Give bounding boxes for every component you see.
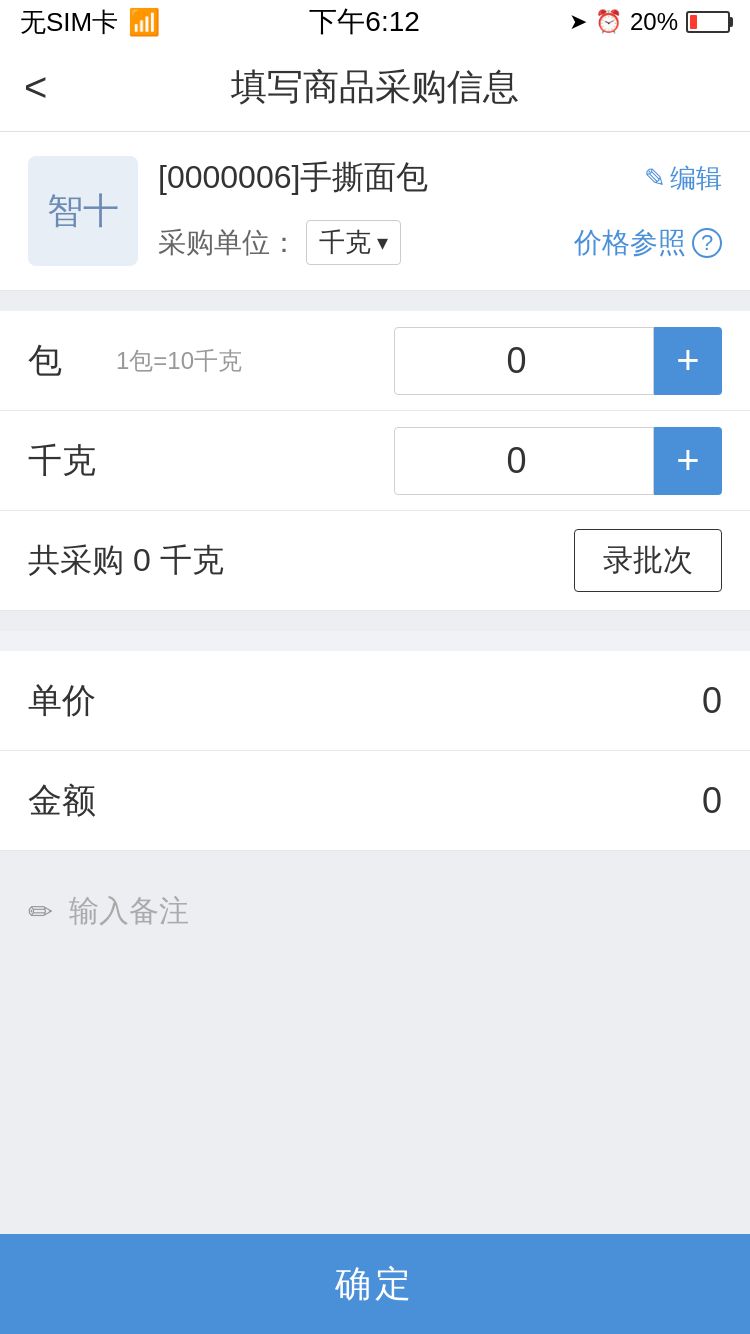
pencil-icon: ✏ <box>28 894 53 929</box>
status-left: 无SIM卡 📶 <box>20 5 160 40</box>
unit-price-value: 0 <box>702 680 722 722</box>
remark-placeholder: 输入备注 <box>69 891 189 932</box>
section-divider-2 <box>0 611 750 631</box>
remark-section[interactable]: ✏ 输入备注 <box>0 851 750 971</box>
bag-input-right: + <box>242 327 722 395</box>
edit-icon: ✎ <box>644 163 666 194</box>
status-right: ➤ ⏰ 20% <box>569 8 730 36</box>
total-label: 共采购 0 千克 <box>28 539 224 583</box>
nav-bar: < 填写商品采购信息 <box>0 44 750 132</box>
bag-input-row: 包 1包=10千克 + <box>0 311 750 411</box>
kg-plus-button[interactable]: + <box>654 427 722 495</box>
bag-sublabel: 1包=10千克 <box>116 345 242 377</box>
confirm-bar[interactable]: 确定 <box>0 1234 750 1334</box>
kg-input-row: 千克 + <box>0 411 750 511</box>
bag-quantity-input[interactable] <box>394 327 654 395</box>
total-row: 共采购 0 千克 录批次 <box>0 511 750 611</box>
status-time: 下午6:12 <box>309 3 420 41</box>
price-ref-label: 价格参照 <box>574 224 686 262</box>
confirm-button-label: 确定 <box>335 1260 415 1309</box>
kg-quantity-input[interactable] <box>394 427 654 495</box>
product-logo: 智十 <box>47 187 119 236</box>
page-title: 填写商品采购信息 <box>231 63 519 112</box>
back-button[interactable]: < <box>24 65 47 110</box>
edit-label: 编辑 <box>670 161 722 196</box>
section-divider-1 <box>0 291 750 311</box>
product-card: 智十 [0000006]手撕面包 ✎ 编辑 采购单位： 千克 ▾ 价格参照 ? <box>0 132 750 291</box>
price-ref-button[interactable]: 价格参照 ? <box>574 224 722 262</box>
unit-select[interactable]: 千克 ▾ <box>306 220 401 265</box>
status-bar: 无SIM卡 📶 下午6:12 ➤ ⏰ 20% <box>0 0 750 44</box>
edit-button[interactable]: ✎ 编辑 <box>644 161 722 196</box>
battery-percent: 20% <box>630 8 678 36</box>
amount-row: 金额 0 <box>0 751 750 851</box>
amount-value: 0 <box>702 780 722 822</box>
battery-icon <box>686 11 730 33</box>
unit-price-label: 单价 <box>28 678 96 724</box>
help-icon: ? <box>692 228 722 258</box>
bag-plus-button[interactable]: + <box>654 327 722 395</box>
alarm-icon: ⏰ <box>595 9 622 35</box>
input-section: 包 1包=10千克 + 千克 + 共采购 0 千克 录批次 <box>0 311 750 611</box>
kg-label: 千克 <box>28 438 108 484</box>
dropdown-icon: ▾ <box>377 230 388 256</box>
amount-label: 金额 <box>28 778 96 824</box>
batch-button[interactable]: 录批次 <box>574 529 722 592</box>
battery-fill <box>690 15 697 29</box>
unit-price-row: 单价 0 <box>0 651 750 751</box>
product-image: 智十 <box>28 156 138 266</box>
bag-label: 包 <box>28 338 108 384</box>
product-name: [0000006]手撕面包 <box>158 156 428 200</box>
wifi-icon: 📶 <box>128 7 160 38</box>
location-icon: ➤ <box>569 9 587 35</box>
unit-row: 采购单位： 千克 ▾ 价格参照 ? <box>158 220 722 265</box>
carrier-text: 无SIM卡 <box>20 5 118 40</box>
unit-value: 千克 <box>319 225 371 260</box>
kg-input-right: + <box>108 427 722 495</box>
unit-label: 采购单位： <box>158 224 298 262</box>
price-section: 单价 0 金额 0 <box>0 651 750 851</box>
product-info: [0000006]手撕面包 ✎ 编辑 采购单位： 千克 ▾ 价格参照 ? <box>158 156 722 265</box>
content-area <box>0 971 750 1271</box>
product-name-row: [0000006]手撕面包 ✎ 编辑 <box>158 156 722 200</box>
